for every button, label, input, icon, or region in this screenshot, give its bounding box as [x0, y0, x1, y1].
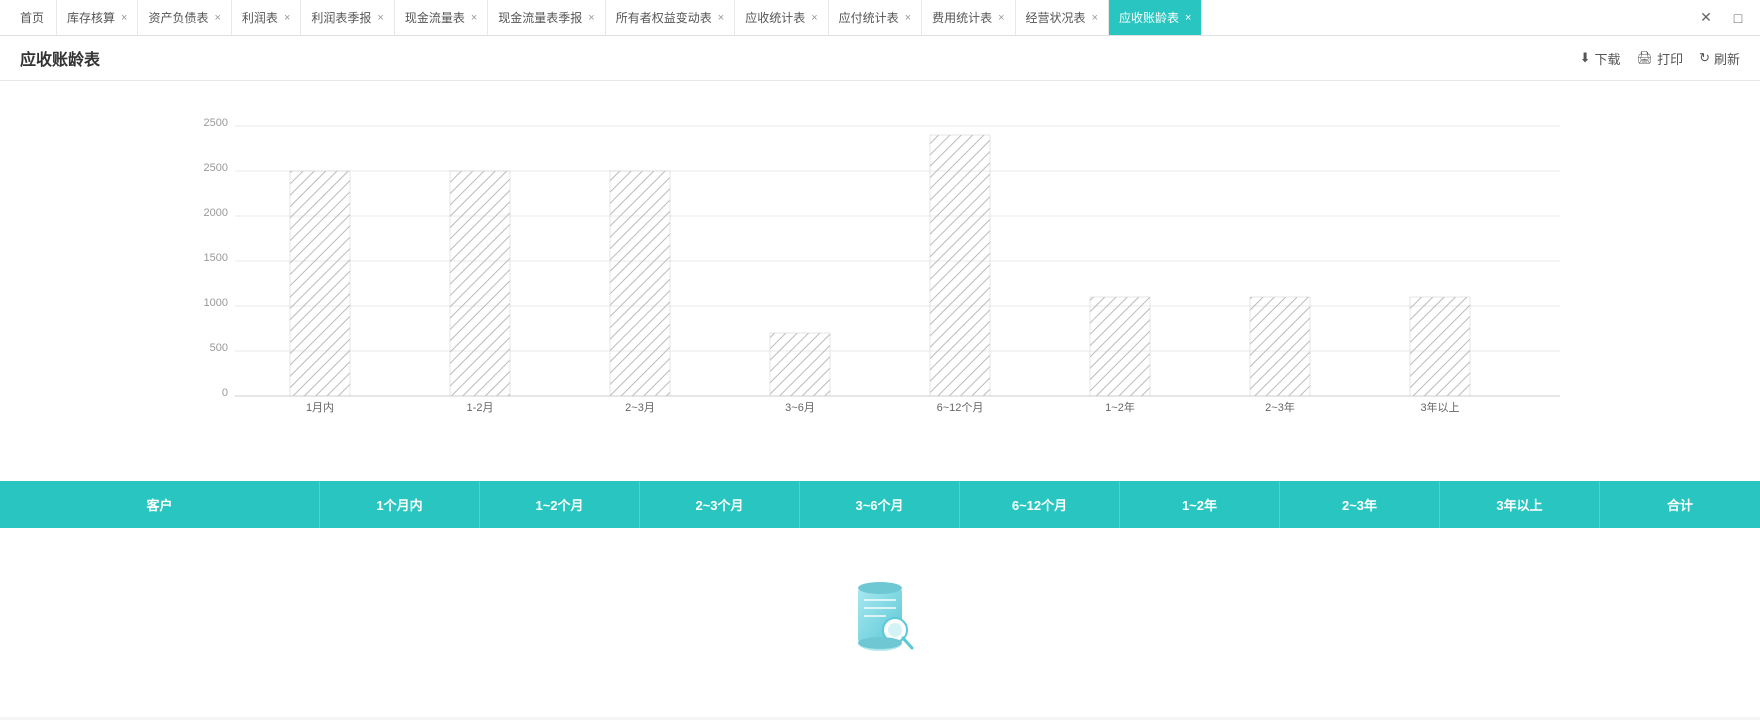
col-customer: 客户: [0, 481, 320, 528]
tab-profit[interactable]: 利润表 ×: [232, 0, 301, 36]
download-icon: ⬇: [1580, 50, 1591, 66]
maximize-window-button[interactable]: □: [1724, 4, 1752, 32]
chart-area: 0 500 1000 1500 2000 2500 2500: [0, 81, 1760, 481]
tab-payable-stats[interactable]: 应付统计表 ×: [829, 0, 922, 36]
col-total: 合计: [1600, 481, 1760, 528]
close-icon[interactable]: ×: [471, 12, 477, 24]
col-6-12month: 6~12个月: [960, 481, 1120, 528]
close-icon[interactable]: ×: [905, 12, 911, 24]
svg-text:2500: 2500: [204, 162, 228, 174]
bar-3-6month: [770, 333, 830, 396]
col-1-2month: 1~2个月: [480, 481, 640, 528]
svg-text:1000: 1000: [204, 297, 228, 309]
close-icon[interactable]: ×: [588, 12, 594, 24]
svg-text:2~3年: 2~3年: [1265, 400, 1295, 414]
tab-receivable-aging[interactable]: 应收账龄表 ×: [1109, 0, 1202, 36]
svg-text:1月内: 1月内: [306, 400, 334, 414]
bar-6-12month: [930, 135, 990, 396]
tab-receivable-stats[interactable]: 应收统计表 ×: [735, 0, 828, 36]
print-icon: 🖨: [1637, 50, 1654, 66]
bar-1month: [290, 171, 350, 396]
tab-cashflow[interactable]: 现金流量表 ×: [395, 0, 488, 36]
tab-operations[interactable]: 经营状况表 ×: [1016, 0, 1109, 36]
svg-text:2~3月: 2~3月: [625, 402, 655, 414]
close-icon[interactable]: ×: [718, 12, 724, 24]
print-button[interactable]: 🖨 打印: [1637, 49, 1684, 68]
svg-text:6~12个月: 6~12个月: [937, 401, 984, 414]
close-window-button[interactable]: ✕: [1692, 4, 1720, 32]
close-icon[interactable]: ×: [214, 12, 220, 24]
header-actions: ⬇ 下载 🖨 打印 ↻ 刷新: [1580, 49, 1740, 68]
tab-balance-sheet[interactable]: 资产负债表 ×: [138, 0, 231, 36]
close-icon[interactable]: ×: [284, 12, 290, 24]
col-3plus-year: 3年以上: [1440, 481, 1600, 528]
svg-text:1~2年: 1~2年: [1105, 400, 1135, 414]
main-content: 0 500 1000 1500 2000 2500 2500: [0, 81, 1760, 717]
empty-state: [0, 528, 1760, 708]
page-title: 应收账龄表: [20, 46, 100, 70]
tab-cashflow-quarter[interactable]: 现金流量表季报 ×: [488, 0, 605, 36]
close-icon[interactable]: ×: [1092, 12, 1098, 24]
bar-2-3month: [610, 171, 670, 396]
empty-icon: [830, 568, 930, 668]
tab-inventory[interactable]: 库存核算 ×: [57, 0, 138, 36]
svg-text:500: 500: [210, 342, 228, 354]
close-icon[interactable]: ×: [811, 12, 817, 24]
close-icon[interactable]: ×: [377, 12, 383, 24]
svg-text:2500: 2500: [204, 117, 228, 129]
svg-text:3年以上: 3年以上: [1420, 400, 1459, 414]
col-2-3year: 2~3年: [1280, 481, 1440, 528]
close-icon[interactable]: ×: [1185, 12, 1191, 24]
svg-text:0: 0: [222, 387, 228, 399]
bar-3plus-year: [1410, 297, 1470, 396]
table-header: 客户 1个月内 1~2个月 2~3个月 3~6个月 6~12个月 1~2年 2~…: [0, 481, 1760, 528]
svg-text:1-2月: 1-2月: [467, 402, 494, 414]
svg-text:3~6月: 3~6月: [785, 402, 815, 414]
col-2-3month: 2~3个月: [640, 481, 800, 528]
refresh-button[interactable]: ↻ 刷新: [1699, 49, 1740, 68]
col-1month: 1个月内: [320, 481, 480, 528]
svg-text:2000: 2000: [204, 207, 228, 219]
tab-expense-stats[interactable]: 费用统计表 ×: [922, 0, 1015, 36]
bar-1-2year: [1090, 297, 1150, 396]
tab-profit-quarter[interactable]: 利润表季报 ×: [301, 0, 394, 36]
close-icon[interactable]: ×: [121, 12, 127, 24]
bar-2-3year: [1250, 297, 1310, 396]
tab-bar: 首页 库存核算 × 资产负债表 × 利润表 × 利润表季报 × 现金流量表 × …: [0, 0, 1760, 36]
tab-equity[interactable]: 所有者权益变动表 ×: [606, 0, 735, 36]
download-button[interactable]: ⬇ 下载: [1580, 49, 1621, 68]
col-1-2year: 1~2年: [1120, 481, 1280, 528]
tab-bar-actions: ✕ □: [1692, 4, 1752, 32]
col-3-6month: 3~6个月: [800, 481, 960, 528]
refresh-icon: ↻: [1699, 50, 1710, 66]
close-icon[interactable]: ×: [998, 12, 1004, 24]
svg-text:1500: 1500: [204, 252, 228, 264]
bar-1-2month: [450, 171, 510, 396]
chart-svg: 0 500 1000 1500 2000 2500 2500: [40, 101, 1720, 441]
page-header: 应收账龄表 ⬇ 下载 🖨 打印 ↻ 刷新: [0, 36, 1760, 81]
tab-home[interactable]: 首页: [8, 0, 57, 36]
